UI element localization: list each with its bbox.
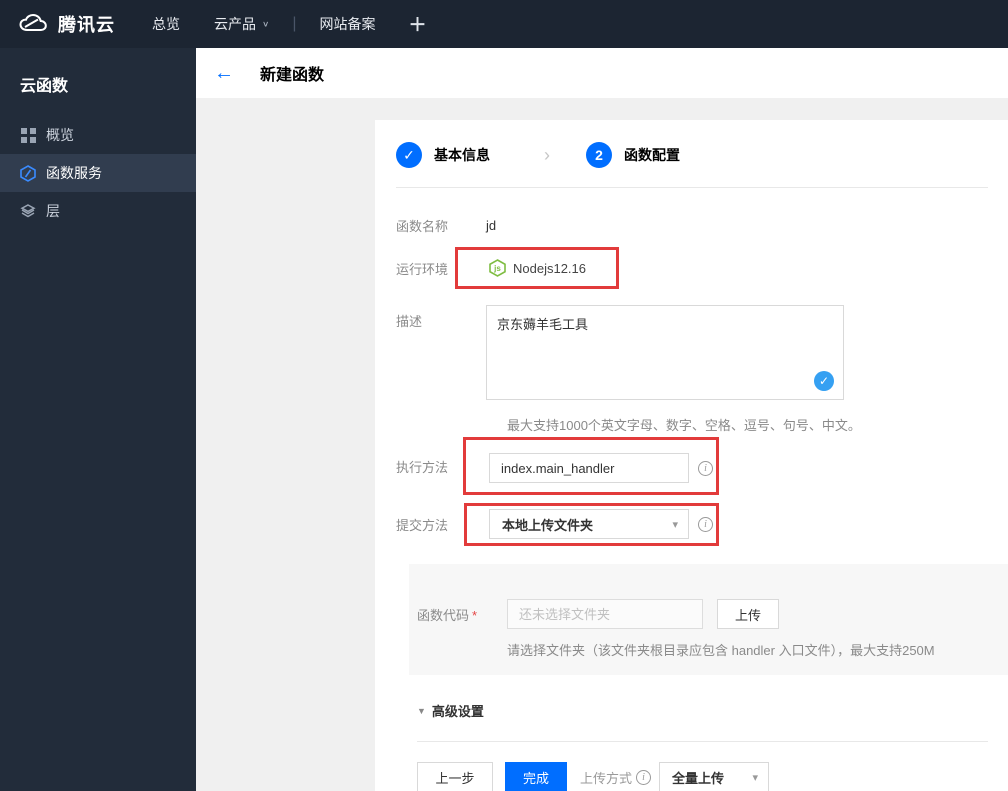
function-name-value: jd <box>486 218 497 233</box>
function-code-help-text: 请选择文件夹（该文件夹根目录应包含 handler 入口文件），最大支持250M <box>507 643 935 658</box>
steps-divider <box>396 187 988 188</box>
chevron-down-icon: ▾ <box>672 518 678 531</box>
back-arrow-icon[interactable]: ← <box>196 63 248 83</box>
step-function-config: 2 函数配置 <box>586 142 680 168</box>
upload-mode-label-wrap: 上传方式 i <box>580 768 652 787</box>
function-code-label-wrap: 函数代码 * <box>417 605 507 624</box>
handler-annotation-box: i <box>463 437 719 495</box>
triangle-down-icon: ▼ <box>417 705 426 716</box>
description-row: 描述 京东薅羊毛工具 ✓ <box>396 305 1008 403</box>
svg-text:js: js <box>493 264 501 273</box>
brand-name: 腾讯云 <box>58 15 115 35</box>
nav-products[interactable]: 云产品 ∨ <box>197 0 286 48</box>
upload-mode-label: 上传方式 <box>580 770 633 786</box>
chevron-down-icon: ∨ <box>262 19 270 29</box>
sidebar: 云函数 概览 函数服务 层 <box>0 48 196 791</box>
submit-method-value: 本地上传文件夹 <box>502 517 594 533</box>
nav-divider: | <box>292 15 297 32</box>
advanced-settings-toggle[interactable]: ▼ 高级设置 <box>417 701 1008 720</box>
function-service-icon <box>20 164 36 182</box>
function-code-label: 函数代码 <box>417 607 470 623</box>
folder-path-input[interactable] <box>507 599 703 629</box>
runtime-annotation-box: js Nodejs12.16 <box>455 247 619 289</box>
tencent-cloud-logo[interactable]: 腾讯云 <box>0 11 135 37</box>
function-config-form: 函数名称 jd 运行环境 js Nodejs12.16 描述 京东薅羊毛工具 ✓ <box>375 216 1008 791</box>
footer-actions: 上一步 完成 上传方式 i 全量上传 ▾ <box>417 762 1008 791</box>
upload-mode-value: 全量上传 <box>672 770 725 786</box>
advanced-settings-label: 高级设置 <box>431 704 484 719</box>
function-name-label: 函数名称 <box>396 219 449 234</box>
function-code-row: 函数代码* 上传 <box>417 599 1008 629</box>
required-asterisk: * <box>472 607 478 623</box>
submit-method-row: 提交方法 本地上传文件夹 ▾ i <box>396 503 1008 546</box>
runtime-value: Nodejs12.16 <box>513 260 586 276</box>
upload-mode-info-icon[interactable]: i <box>636 769 652 785</box>
create-function-card: ✓ 基本信息 › 2 函数配置 函数名称 jd 运行环境 js Nodejs12… <box>375 120 1008 791</box>
sidebar-item-layers[interactable]: 层 <box>0 192 196 230</box>
topbar: 腾讯云 总览 云产品 ∨ | 网站备案 ＋ <box>0 0 1008 48</box>
description-field-wrap: 京东薅羊毛工具 ✓ <box>486 305 844 403</box>
layers-icon <box>20 203 36 219</box>
handler-input[interactable] <box>489 453 689 483</box>
sidebar-item-label: 层 <box>46 203 60 219</box>
description-help-text: 最大支持1000个英文字母、数字、空格、逗号、句号、中文。 <box>507 418 861 433</box>
nav-icp-filing[interactable]: 网站备案 <box>302 0 392 48</box>
step2-number: 2 <box>586 142 612 168</box>
function-name-row: 函数名称 jd <box>396 216 1008 235</box>
step-basic-info: ✓ 基本信息 <box>396 142 490 168</box>
page-header: ← 新建函数 <box>196 48 1008 98</box>
function-code-panel: 函数代码* 上传 请选择文件夹（该文件夹根目录应包含 handler 入口文件）… <box>409 564 1008 675</box>
finish-button[interactable]: 完成 <box>505 762 567 791</box>
step2-label: 函数配置 <box>624 147 680 163</box>
top-nav: 总览 云产品 ∨ | 网站备案 ＋ <box>135 0 442 48</box>
previous-step-button[interactable]: 上一步 <box>417 762 493 791</box>
nodejs-icon: js <box>489 259 506 277</box>
step-chevron-icon: › <box>544 144 550 165</box>
submit-method-select[interactable]: 本地上传文件夹 ▾ <box>489 509 689 539</box>
footer-divider <box>417 741 988 742</box>
step1-label: 基本信息 <box>434 147 490 163</box>
description-label: 描述 <box>396 314 423 329</box>
handler-row: 执行方法 i <box>396 437 1008 495</box>
chevron-down-icon: ▾ <box>752 771 759 784</box>
sidebar-item-overview[interactable]: 概览 <box>0 116 196 154</box>
overview-grid-icon <box>20 127 36 143</box>
sidebar-item-function-service[interactable]: 函数服务 <box>0 154 196 192</box>
runtime-row: 运行环境 js Nodejs12.16 <box>396 247 1008 289</box>
step-indicator: ✓ 基本信息 › 2 函数配置 <box>375 120 1008 184</box>
nav-overview[interactable]: 总览 <box>135 0 197 48</box>
handler-info-icon[interactable]: i <box>698 460 713 476</box>
upload-mode-select[interactable]: 全量上传 ▾ <box>659 762 770 791</box>
description-textarea[interactable]: 京东薅羊毛工具 <box>486 305 844 400</box>
submit-method-annotation-box: 本地上传文件夹 ▾ i <box>464 503 719 546</box>
sidebar-item-label: 概览 <box>46 127 74 143</box>
sidebar-item-label: 函数服务 <box>46 165 102 181</box>
submit-method-info-icon[interactable]: i <box>698 516 713 532</box>
sidebar-title: 云函数 <box>20 78 69 95</box>
step1-check-icon: ✓ <box>396 142 422 168</box>
cloud-logo-icon <box>18 13 48 35</box>
validation-check-icon: ✓ <box>814 371 834 391</box>
upload-button[interactable]: 上传 <box>717 599 779 629</box>
add-nav-item-button[interactable]: ＋ <box>392 11 442 37</box>
page-title: 新建函数 <box>260 67 325 84</box>
